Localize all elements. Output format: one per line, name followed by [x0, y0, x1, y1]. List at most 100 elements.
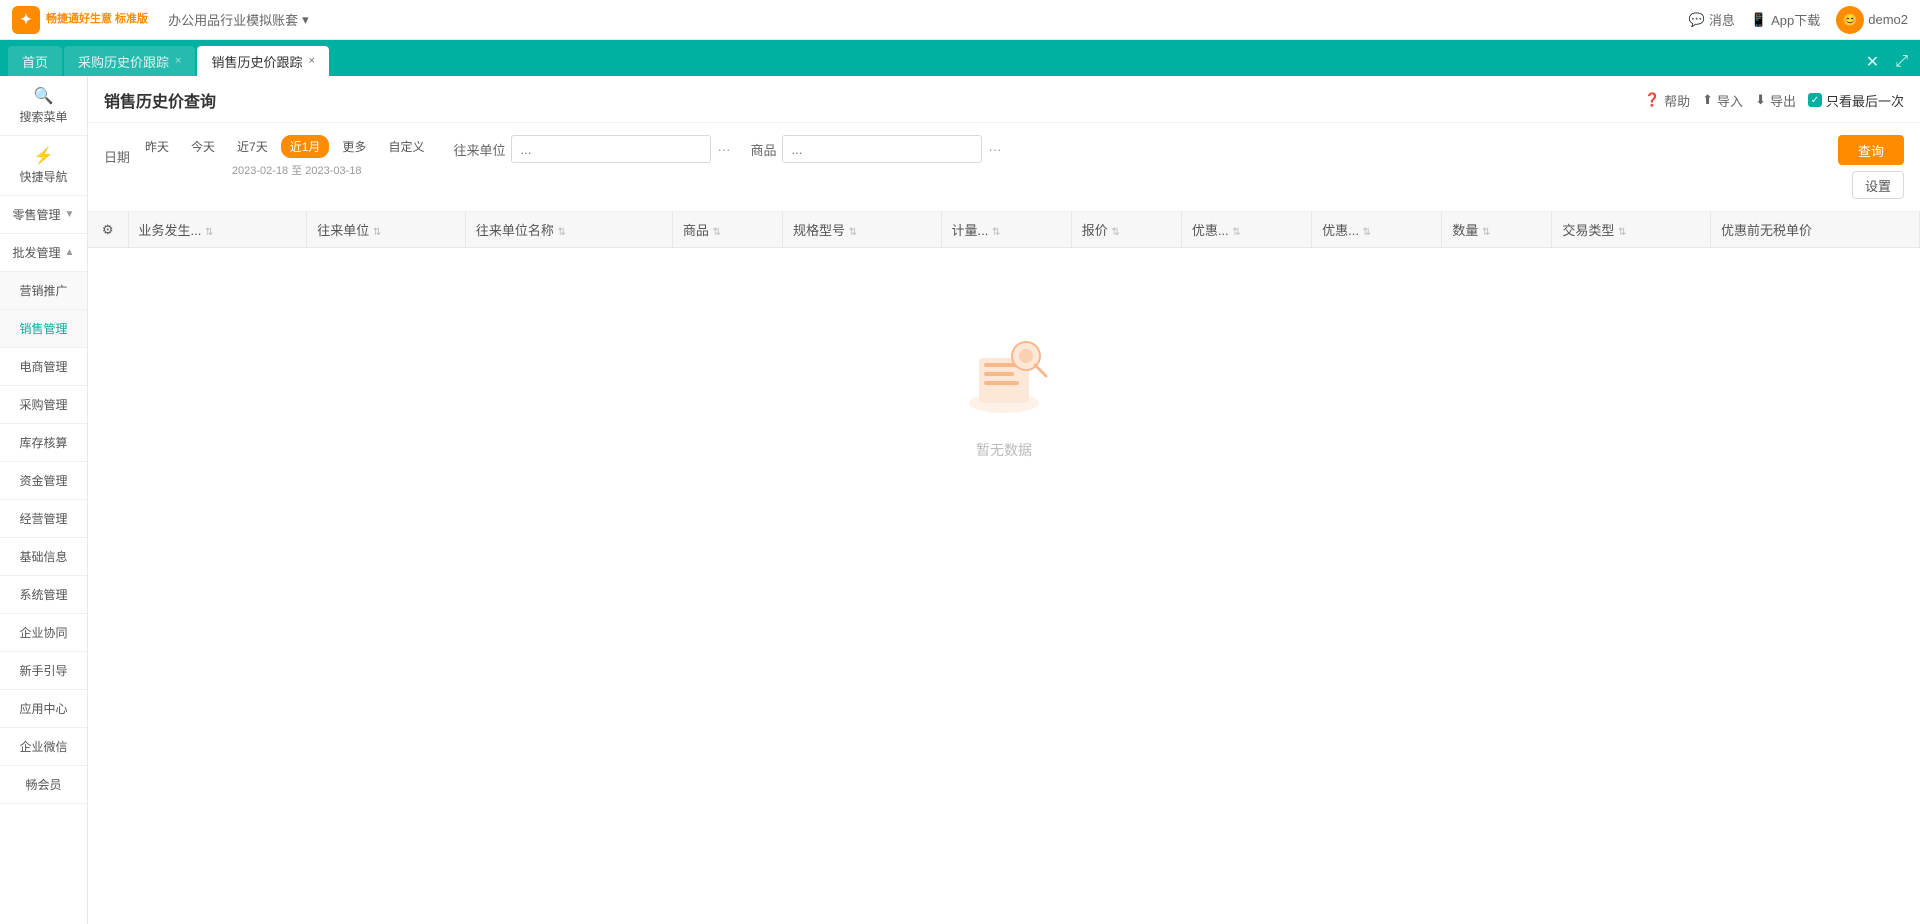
- date-more-btn[interactable]: 更多: [333, 135, 375, 158]
- app-center-label: 应用中心: [19, 700, 67, 717]
- tab-sales-history[interactable]: 销售历史价跟踪 ×: [197, 46, 328, 76]
- ecom-label: 电商管理: [19, 358, 67, 375]
- page-content: 销售历史价查询 ❓ 帮助 ⬆ 导入 ⬇ 导出 ✓: [88, 76, 1920, 924]
- th-quote[interactable]: 报价 ⇅: [1071, 212, 1181, 248]
- workspace-selector[interactable]: 办公用品行业模拟账套 ▾: [168, 10, 309, 29]
- wholesale-arrow-icon: ▲: [65, 247, 75, 258]
- date-1month-btn[interactable]: 近1月: [281, 135, 330, 158]
- th-quote-label: 报价: [1082, 223, 1112, 238]
- tab-purchase-history[interactable]: 采购历史价跟踪 ×: [64, 46, 195, 76]
- product-dots-btn[interactable]: ···: [988, 142, 1001, 157]
- sidebar-item-wholesale[interactable]: 批发管理 ▲: [0, 234, 87, 272]
- th-discount2[interactable]: 优惠... ⇅: [1312, 212, 1442, 248]
- page-header: 销售历史价查询 ❓ 帮助 ⬆ 导入 ⬇ 导出 ✓: [88, 76, 1920, 123]
- sidebar-item-sales-mgmt[interactable]: 销售管理: [0, 310, 87, 348]
- tab-home[interactable]: 首页: [8, 46, 62, 76]
- only-last-label: 只看最后一次: [1826, 91, 1904, 110]
- sidebar-item-operations[interactable]: 经营管理: [0, 500, 87, 538]
- tab-maximize-btn[interactable]: ⤢: [1891, 49, 1912, 75]
- sidebar-item-finance[interactable]: 资金管理: [0, 462, 87, 500]
- tab-sales-label: 销售历史价跟踪: [211, 52, 302, 71]
- sort-biz-date-icon: ⇅: [205, 227, 213, 238]
- sidebar-item-retail[interactable]: 零售管理 ▼: [0, 196, 87, 234]
- th-discount1[interactable]: 优惠... ⇅: [1181, 212, 1311, 248]
- product-input[interactable]: [782, 135, 982, 163]
- sales-mgmt-label: 销售管理: [19, 320, 67, 337]
- empty-state: 暂无数据: [88, 248, 1920, 540]
- sort-product-icon: ⇅: [713, 227, 721, 238]
- th-qty[interactable]: 数量 ⇅: [1442, 212, 1552, 248]
- sidebar-item-purchase[interactable]: 采购管理: [0, 386, 87, 424]
- enterprise-collab-label: 企业协同: [19, 624, 67, 641]
- th-spec[interactable]: 规格型号 ⇅: [782, 212, 941, 248]
- filter-settings-button[interactable]: 设置: [1852, 171, 1904, 199]
- th-discount2-label: 优惠...: [1322, 223, 1362, 238]
- tab-sales-close[interactable]: ×: [308, 55, 314, 67]
- operations-label: 经营管理: [19, 510, 67, 527]
- date-custom-btn[interactable]: 自定义: [379, 135, 433, 158]
- sidebar-item-ecom[interactable]: 电商管理: [0, 348, 87, 386]
- th-pre-tax[interactable]: 优惠前无税单价: [1710, 212, 1919, 248]
- data-table: ⚙ 业务发生... ⇅ 往来单位 ⇅ 往来单位名称: [88, 212, 1920, 248]
- sidebar-item-app-center[interactable]: 应用中心: [0, 690, 87, 728]
- workspace-label: 办公用品行业模拟账套: [168, 10, 298, 29]
- sidebar-item-inventory[interactable]: 库存核算: [0, 424, 87, 462]
- date-filter-group: 日期 昨天 今天 近7天 近1月 更多 自定义 2023-02-18 至 202…: [104, 135, 433, 178]
- date-yesterday-btn[interactable]: 昨天: [136, 135, 178, 158]
- sidebar-item-basic-info[interactable]: 基础信息: [0, 538, 87, 576]
- sort-qty-icon: ⇅: [1482, 227, 1490, 238]
- date-7days-btn[interactable]: 近7天: [228, 135, 277, 158]
- sort-partner-name-icon: ⇅: [557, 227, 565, 238]
- export-btn[interactable]: ⬇ 导出: [1755, 91, 1796, 110]
- th-settings[interactable]: ⚙: [88, 212, 128, 248]
- empty-icon: [954, 328, 1054, 428]
- gear-icon: ⚙: [102, 222, 114, 237]
- sidebar-item-search-menu[interactable]: 🔍 搜索菜单: [0, 76, 87, 136]
- search-button[interactable]: 查询: [1838, 135, 1904, 165]
- sidebar-item-system[interactable]: 系统管理: [0, 576, 87, 614]
- sort-spec-icon: ⇅: [849, 227, 857, 238]
- tab-bar-right: ✕ ⤢: [1862, 48, 1912, 76]
- th-discount1-label: 优惠...: [1192, 223, 1232, 238]
- th-partner-name[interactable]: 往来单位名称 ⇅: [465, 212, 672, 248]
- th-trade-type[interactable]: 交易类型 ⇅: [1552, 212, 1711, 248]
- th-partner-code[interactable]: 往来单位 ⇅: [307, 212, 466, 248]
- date-today-btn[interactable]: 今天: [182, 135, 224, 158]
- th-unit[interactable]: 计量... ⇅: [941, 212, 1071, 248]
- message-action[interactable]: 💬 消息: [1689, 10, 1735, 29]
- th-qty-label: 数量: [1452, 223, 1482, 238]
- only-last-checkbox-area[interactable]: ✓ 只看最后一次: [1808, 91, 1904, 110]
- sidebar-item-enterprise-collab[interactable]: 企业协同: [0, 614, 87, 652]
- sidebar-item-member[interactable]: 畅会员: [0, 766, 87, 804]
- user-action[interactable]: 😊 demo2: [1836, 6, 1908, 34]
- inventory-label: 库存核算: [19, 434, 67, 451]
- th-biz-date[interactable]: 业务发生... ⇅: [128, 212, 307, 248]
- filter-bar: 日期 昨天 今天 近7天 近1月 更多 自定义 2023-02-18 至 202…: [88, 123, 1920, 212]
- user-avatar: 😊: [1836, 6, 1864, 34]
- th-product[interactable]: 商品 ⇅: [672, 212, 782, 248]
- sort-discount1-icon: ⇅: [1232, 227, 1240, 238]
- sidebar-item-quick-nav[interactable]: ⚡ 快捷导航: [0, 136, 87, 196]
- import-label: 导入: [1717, 91, 1743, 110]
- app-download-action[interactable]: 📱 App下载: [1751, 10, 1820, 29]
- partner-input[interactable]: [511, 135, 711, 163]
- content-area: 销售历史价查询 ❓ 帮助 ⬆ 导入 ⬇ 导出 ✓: [88, 76, 1920, 924]
- tab-bar: 首页 采购历史价跟踪 × 销售历史价跟踪 × ✕ ⤢: [0, 40, 1920, 76]
- partner-dots-btn[interactable]: ···: [717, 142, 730, 157]
- import-icon: ⬆: [1702, 92, 1713, 108]
- member-label: 畅会员: [25, 776, 61, 793]
- date-range-display: 2023-02-18 至 2023-03-18: [232, 162, 362, 178]
- sidebar-item-marketing[interactable]: 营销推广: [0, 272, 87, 310]
- th-trade-type-label: 交易类型: [1562, 223, 1618, 238]
- logo-icon: ✦: [12, 6, 40, 34]
- tab-purchase-close[interactable]: ×: [175, 55, 181, 67]
- only-last-checkbox[interactable]: ✓: [1808, 93, 1822, 107]
- page-actions: ❓ 帮助 ⬆ 导入 ⬇ 导出 ✓ 只看最后一次: [1644, 91, 1904, 110]
- tab-close-all-btn[interactable]: ✕: [1862, 48, 1883, 76]
- retail-label: 零售管理: [13, 206, 61, 223]
- help-btn[interactable]: ❓ 帮助: [1644, 91, 1690, 110]
- import-btn[interactable]: ⬆ 导入: [1702, 91, 1743, 110]
- sidebar-item-enterprise-wechat[interactable]: 企业微信: [0, 728, 87, 766]
- sidebar-item-guide[interactable]: 新手引导: [0, 652, 87, 690]
- retail-arrow-icon: ▼: [65, 209, 75, 220]
